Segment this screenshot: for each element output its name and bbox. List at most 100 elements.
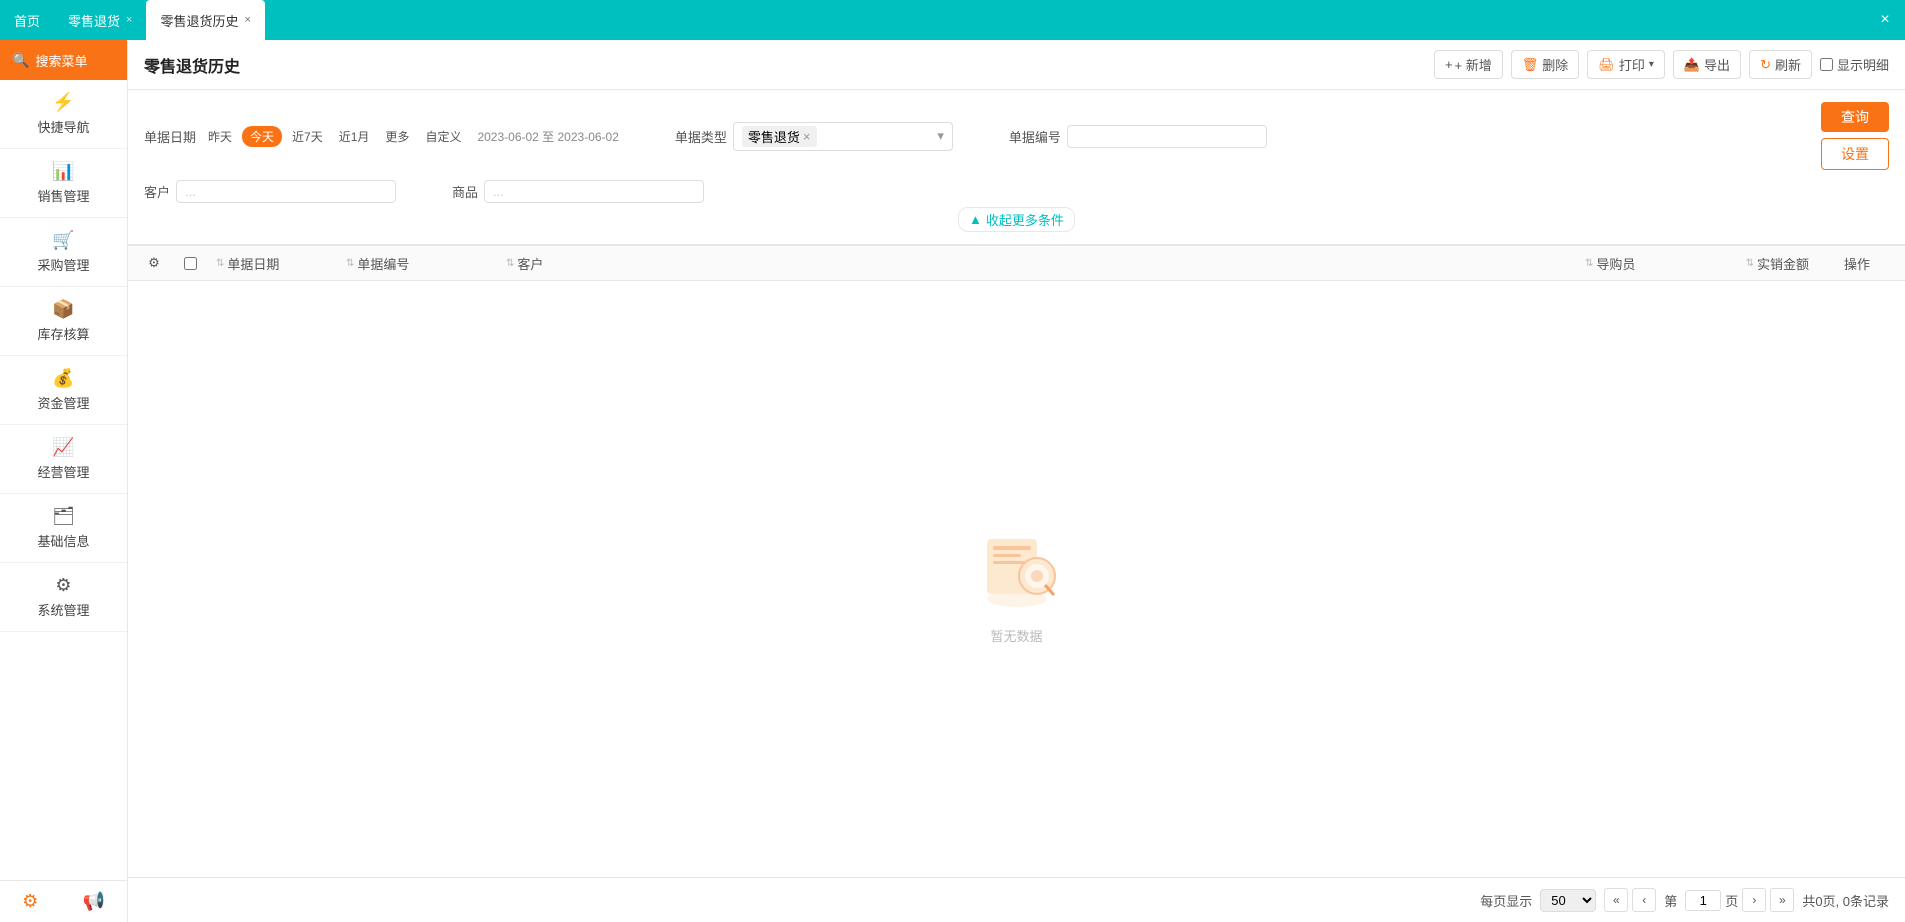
setting-button[interactable]: 设置 — [1821, 138, 1889, 170]
tab-retail-return[interactable]: 零售退货 × — [54, 0, 146, 40]
sort-guide-icon: ⇅ — [1585, 258, 1593, 269]
settings-column-icon: ⚙ — [148, 255, 160, 271]
customer-select[interactable]: ... — [176, 180, 396, 203]
sound-bottom-icon[interactable]: 📢 — [82, 891, 104, 912]
show-detail-checkbox[interactable]: 显示明细 — [1820, 55, 1889, 74]
sidebar-item-quick-nav[interactable]: ⚡ 快捷导航 — [0, 80, 127, 149]
page-number-input[interactable] — [1685, 890, 1721, 911]
date-filter-section: 单据日期 昨天 今天 近7天 近1月 更多 自定义 2023-06-02 至 2… — [144, 126, 619, 147]
sort-bill-no-icon: ⇅ — [346, 258, 354, 269]
sidebar-item-system-mgmt[interactable]: ⚙ 系统管理 — [0, 563, 127, 632]
sidebar-search[interactable]: 🔍 搜索菜单 — [0, 40, 127, 80]
filter-area: 单据日期 昨天 今天 近7天 近1月 更多 自定义 2023-06-02 至 2… — [128, 90, 1905, 245]
window-close-button[interactable]: × — [1865, 0, 1905, 40]
sidebar-item-operations[interactable]: 📈 经营管理 — [0, 425, 127, 494]
inventory-icon: 📦 — [52, 299, 74, 320]
export-icon: 📤 — [1684, 57, 1700, 73]
first-page-button[interactable]: « — [1604, 888, 1628, 912]
sidebar-item-sales-mgmt[interactable]: 📊 销售管理 — [0, 149, 127, 218]
goods-label: 商品 — [452, 182, 478, 201]
delete-button[interactable]: 🗑 删除 — [1511, 50, 1580, 79]
content-area: 零售退货历史 + + 新增 🗑 删除 🖨 打印 ▾ 📤 导出 — [128, 40, 1905, 922]
date-opt-yesterday[interactable]: 昨天 — [202, 126, 238, 147]
goods-select[interactable]: ... — [484, 180, 704, 203]
bill-type-remove[interactable]: × — [803, 129, 811, 144]
customer-label: 客户 — [144, 182, 170, 201]
tab-home[interactable]: 首页 — [0, 0, 54, 40]
purchase-mgmt-icon: 🛒 — [52, 230, 74, 251]
filter-row-2: 客户 ... 商品 ... — [144, 180, 1889, 203]
sidebar-item-finance[interactable]: 💰 资金管理 — [0, 356, 127, 425]
page-label-after: 页 — [1725, 891, 1738, 910]
bill-number-label: 单据编号 — [1009, 127, 1061, 146]
page-nav: « ‹ 第 页 › » — [1604, 888, 1794, 912]
th-customer[interactable]: ⇅ 客户 — [498, 254, 1577, 273]
table-area: ⚙ ⇅ 单据日期 ⇅ 单据编号 ⇅ 客户 ⇅ — [128, 245, 1905, 877]
delete-icon: 🗑 — [1522, 57, 1539, 73]
last-page-button[interactable]: » — [1770, 888, 1794, 912]
empty-state: 暂无数据 — [128, 281, 1905, 877]
next-page-button[interactable]: › — [1742, 888, 1766, 912]
filter-row-1: 单据日期 昨天 今天 近7天 近1月 更多 自定义 2023-06-02 至 2… — [144, 102, 1889, 170]
collapse-button[interactable]: ▲ 收起更多条件 — [958, 207, 1075, 232]
pagination-bar: 每页显示 50 100 200 « ‹ 第 页 › » 共0页, 0条记录 — [128, 877, 1905, 922]
date-opt-today[interactable]: 今天 — [242, 126, 282, 147]
refresh-button[interactable]: ↻ 刷新 — [1749, 50, 1812, 79]
sidebar-item-purchase-mgmt[interactable]: 🛒 采购管理 — [0, 218, 127, 287]
customer-section: 客户 ... — [144, 180, 396, 203]
main-layout: 🔍 搜索菜单 ⚡ 快捷导航 📊 销售管理 🛒 采购管理 📦 库存核算 💰 — [0, 40, 1905, 922]
sidebar-item-base-info[interactable]: 🗂 基础信息 — [0, 494, 127, 563]
print-button[interactable]: 🖨 打印 ▾ — [1587, 50, 1665, 79]
bill-type-select[interactable]: 零售退货 × ▾ — [733, 122, 953, 151]
add-icon: + — [1445, 57, 1453, 72]
sidebar: 🔍 搜索菜单 ⚡ 快捷导航 📊 销售管理 🛒 采购管理 📦 库存核算 💰 — [0, 40, 128, 922]
date-opt-7days[interactable]: 近7天 — [286, 126, 329, 147]
collapse-icon: ▲ — [969, 212, 982, 227]
quick-nav-icon: ⚡ — [52, 92, 74, 113]
show-detail-input[interactable] — [1820, 58, 1833, 71]
sales-mgmt-icon: 📊 — [52, 161, 74, 182]
empty-text: 暂无数据 — [990, 626, 1042, 645]
th-action: 操作 — [1817, 254, 1897, 273]
page-label-before: 第 — [1660, 891, 1681, 910]
sort-amount-icon: ⇅ — [1746, 258, 1754, 269]
th-bill-no[interactable]: ⇅ 单据编号 — [338, 254, 498, 273]
th-settings[interactable]: ⚙ — [136, 255, 172, 271]
sidebar-nav: ⚡ 快捷导航 📊 销售管理 🛒 采购管理 📦 库存核算 💰 资金管理 📈 — [0, 80, 127, 880]
bill-type-section: 单据类型 零售退货 × ▾ — [675, 122, 953, 151]
select-all-checkbox[interactable] — [184, 257, 197, 270]
bill-number-section: 单据编号 — [1009, 125, 1267, 148]
close-tab-retail-return-history[interactable]: × — [244, 14, 250, 26]
page-size-select[interactable]: 50 100 200 — [1540, 889, 1596, 912]
th-date[interactable]: ⇅ 单据日期 — [208, 254, 338, 273]
empty-illustration — [967, 514, 1067, 614]
bill-number-input[interactable] — [1067, 125, 1267, 148]
query-button[interactable]: 查询 — [1821, 102, 1889, 132]
date-opt-custom[interactable]: 自定义 — [419, 126, 467, 147]
date-range-display: 2023-06-02 至 2023-06-02 — [477, 128, 618, 145]
sidebar-item-inventory[interactable]: 📦 库存核算 — [0, 287, 127, 356]
th-amount[interactable]: ⇅ 实销金额 — [1697, 254, 1817, 273]
settings-bottom-icon[interactable]: ⚙ — [22, 891, 38, 912]
print-icon: 🖨 — [1598, 57, 1615, 73]
export-button[interactable]: 📤 导出 — [1673, 50, 1741, 79]
table-header: ⚙ ⇅ 单据日期 ⇅ 单据编号 ⇅ 客户 ⇅ — [128, 245, 1905, 281]
bill-type-label: 单据类型 — [675, 127, 727, 146]
page-title: 零售退货历史 — [144, 53, 240, 77]
goods-section: 商品 ... — [452, 180, 704, 203]
th-guide[interactable]: ⇅ 导购员 — [1577, 254, 1697, 273]
th-checkbox[interactable] — [172, 257, 208, 270]
date-filter-label: 单据日期 — [144, 127, 196, 146]
operations-icon: 📈 — [52, 437, 74, 458]
tab-retail-return-history[interactable]: 零售退货历史 × — [146, 0, 264, 40]
bill-type-tag: 零售退货 × — [742, 126, 817, 147]
date-opt-more[interactable]: 更多 — [379, 126, 415, 147]
sort-customer-icon: ⇅ — [506, 258, 514, 269]
page-size-label: 每页显示 — [1480, 891, 1532, 910]
prev-page-button[interactable]: ‹ — [1632, 888, 1656, 912]
close-tab-retail-return[interactable]: × — [126, 14, 132, 26]
header-actions: + + 新增 🗑 删除 🖨 打印 ▾ 📤 导出 ↻ — [1434, 50, 1889, 79]
bill-type-arrow: ▾ — [937, 128, 944, 144]
add-button[interactable]: + + 新增 — [1434, 50, 1503, 79]
date-opt-1month[interactable]: 近1月 — [333, 126, 376, 147]
